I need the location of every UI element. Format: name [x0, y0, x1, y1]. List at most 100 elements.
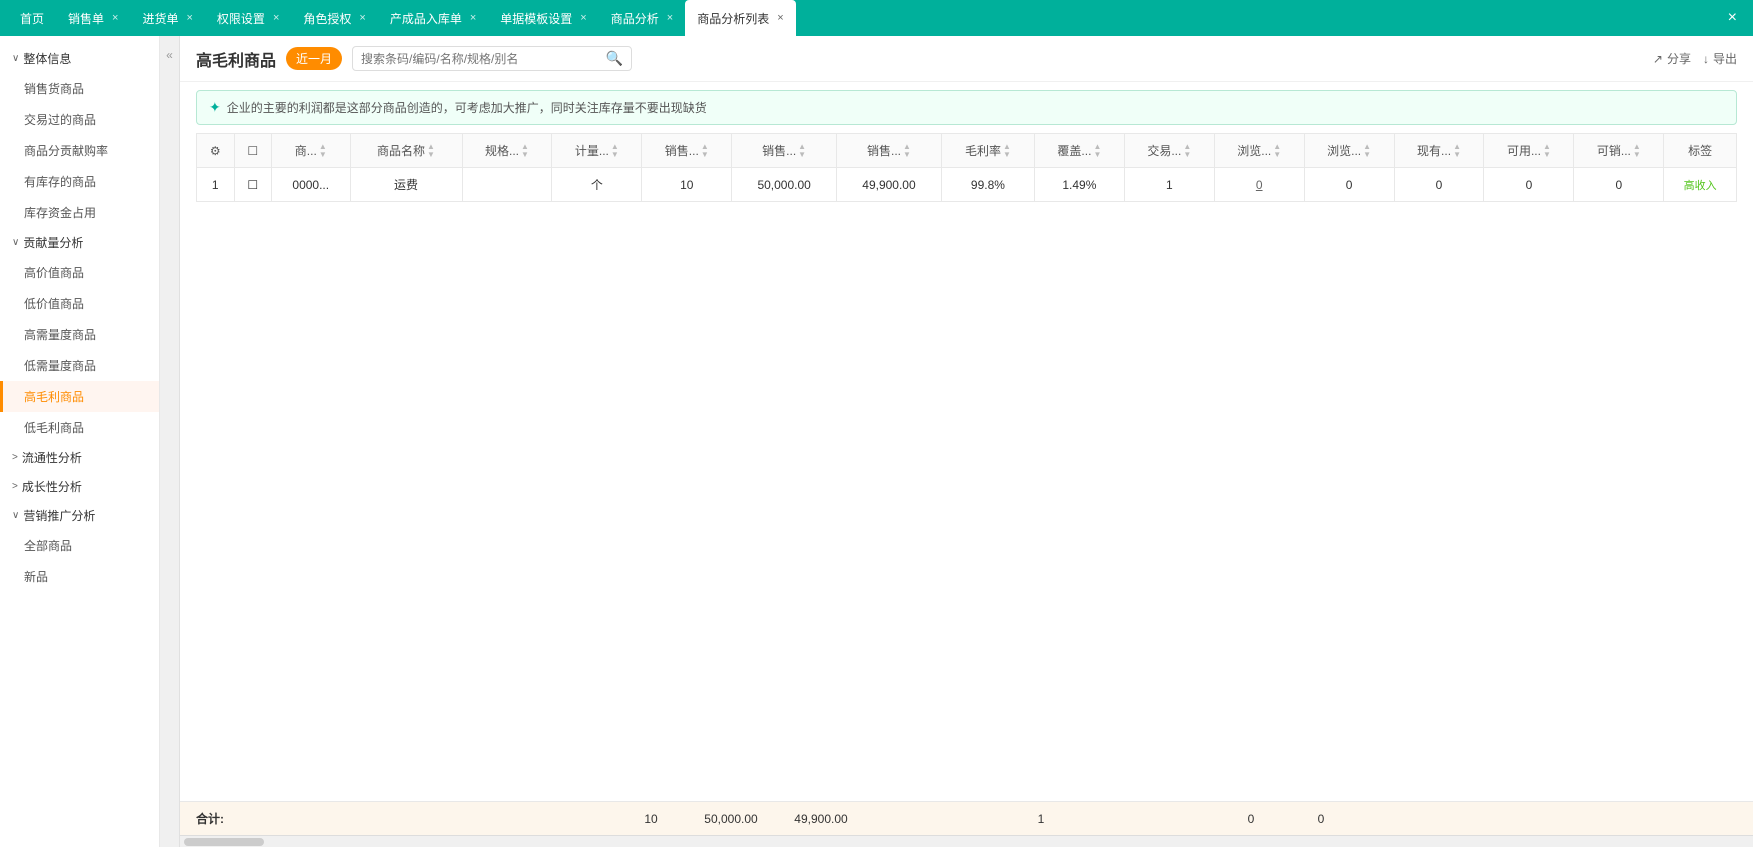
nav-close-7[interactable]: × [667, 12, 673, 24]
sidebar-item-1-4[interactable]: 高毛利商品 [0, 381, 159, 412]
cell-sales_amount-0: 50,000.00 [732, 168, 837, 202]
col-header-browse1[interactable]: 浏览...▲▼ [1214, 134, 1304, 168]
nav-item-5[interactable]: 产成品入库单 × [378, 0, 488, 36]
share-icon: ↗ [1653, 52, 1663, 66]
sort-icon-sales_amount[interactable]: ▲▼ [798, 143, 806, 159]
nav-close-2[interactable]: × [186, 12, 192, 24]
nav-label-6: 单据模板设置 [500, 10, 572, 27]
cell-browse1-0[interactable]: 0 [1214, 168, 1304, 202]
sidebar-item-1-1[interactable]: 低价值商品 [0, 288, 159, 319]
sort-icon-gross_margin[interactable]: ▲▼ [1003, 143, 1011, 159]
nav-close-4[interactable]: × [359, 12, 365, 24]
sidebar-group-2[interactable]: >流通性分析 [0, 443, 159, 472]
sidebar: ∨整体信息销售货商品交易过的商品商品分贡献购率有库存的商品库存资金占用∨贡献量分… [0, 36, 160, 847]
export-icon: ↓ [1703, 52, 1709, 66]
col-header-saleable[interactable]: 可销...▲▼ [1574, 134, 1664, 168]
footer-cell-6: 10 [616, 812, 686, 826]
sidebar-item-4-0[interactable]: 全部商品 [0, 530, 159, 561]
nav-item-0[interactable]: 首页 [8, 0, 56, 36]
sort-icon-unit[interactable]: ▲▼ [611, 143, 619, 159]
sort-icon-saleable[interactable]: ▲▼ [1633, 143, 1641, 159]
sort-icon-sales_cost[interactable]: ▲▼ [903, 143, 911, 159]
cell-tag-0: 高收入 [1664, 168, 1737, 202]
nav-close-8[interactable]: × [777, 12, 783, 24]
sort-icon-browse2[interactable]: ▲▼ [1363, 143, 1371, 159]
col-header-sales_qty[interactable]: 销售...▲▼ [642, 134, 732, 168]
nav-item-2[interactable]: 进货单 × [130, 0, 204, 36]
sidebar-collapse-button[interactable]: « [160, 36, 180, 847]
cell-checkbox-0[interactable]: ☐ [234, 168, 272, 202]
sort-icon-spec[interactable]: ▲▼ [521, 143, 529, 159]
sidebar-group-1[interactable]: ∨贡献量分析 [0, 228, 159, 257]
nav-close-3[interactable]: × [273, 12, 279, 24]
nav-close-6[interactable]: × [580, 12, 586, 24]
footer-cell-15: 0 [1286, 812, 1356, 826]
search-input[interactable] [361, 52, 600, 66]
nav-item-3[interactable]: 权限设置 × [205, 0, 291, 36]
col-header-browse2[interactable]: 浏览...▲▼ [1304, 134, 1394, 168]
tag-badge: 高收入 [1684, 180, 1717, 192]
col-header-current_stock[interactable]: 现有...▲▼ [1394, 134, 1484, 168]
main-area: ∨整体信息销售货商品交易过的商品商品分贡献购率有库存的商品库存资金占用∨贡献量分… [0, 36, 1753, 847]
nav-label-3: 权限设置 [217, 10, 265, 27]
sidebar-item-0-0[interactable]: 销售货商品 [0, 73, 159, 104]
sort-icon-coverage[interactable]: ▲▼ [1093, 143, 1101, 159]
scrollbar-bottom[interactable] [180, 835, 1753, 847]
col-label-browse1: 浏览... [1237, 142, 1271, 159]
col-header-coverage[interactable]: 覆盖...▲▼ [1034, 134, 1124, 168]
nav-item-4[interactable]: 角色授权 × [291, 0, 377, 36]
cell-browse2-0: 0 [1304, 168, 1394, 202]
sidebar-item-1-3[interactable]: 低需量度商品 [0, 350, 159, 381]
filter-button[interactable]: 近一月 [286, 47, 342, 70]
share-button[interactable]: ↗ 分享 [1653, 50, 1691, 67]
nav-item-1[interactable]: 销售单 × [56, 0, 130, 36]
sort-icon-sales_qty[interactable]: ▲▼ [701, 143, 709, 159]
col-header-gross_margin[interactable]: 毛利率▲▼ [941, 134, 1034, 168]
nav-close-1[interactable]: × [112, 12, 118, 24]
sidebar-item-0-1[interactable]: 交易过的商品 [0, 104, 159, 135]
sort-icon-current_stock[interactable]: ▲▼ [1453, 143, 1461, 159]
sidebar-item-0-4[interactable]: 库存资金占用 [0, 197, 159, 228]
search-icon[interactable]: 🔍 [606, 50, 623, 67]
sidebar-item-1-0[interactable]: 高价值商品 [0, 257, 159, 288]
export-button[interactable]: ↓ 导出 [1703, 50, 1737, 67]
table-container[interactable]: ⚙☐商...▲▼商品名称▲▼规格...▲▼计量...▲▼销售...▲▼销售...… [180, 133, 1753, 801]
browse1-link[interactable]: 0 [1256, 178, 1263, 192]
sidebar-item-1-5[interactable]: 低毛利商品 [0, 412, 159, 443]
nav-label-5: 产成品入库单 [390, 10, 462, 27]
nav-item-7[interactable]: 商品分析 × [599, 0, 685, 36]
nav-label-4: 角色授权 [303, 10, 351, 27]
col-header-available[interactable]: 可用...▲▼ [1484, 134, 1574, 168]
sidebar-group-0[interactable]: ∨整体信息 [0, 44, 159, 73]
col-header-spec[interactable]: 规格...▲▼ [462, 134, 552, 168]
col-header-sales_cost[interactable]: 销售...▲▼ [837, 134, 942, 168]
sort-icon-available[interactable]: ▲▼ [1543, 143, 1551, 159]
sidebar-item-1-2[interactable]: 高需量度商品 [0, 319, 159, 350]
nav-label-1: 销售单 [68, 10, 104, 27]
col-header-unit[interactable]: 计量...▲▼ [552, 134, 642, 168]
data-table: ⚙☐商...▲▼商品名称▲▼规格...▲▼计量...▲▼销售...▲▼销售...… [196, 133, 1737, 202]
sort-icon-name[interactable]: ▲▼ [427, 143, 435, 159]
col-header-sales_amount[interactable]: 销售...▲▼ [732, 134, 837, 168]
cell-trade-0: 1 [1124, 168, 1214, 202]
sidebar-item-0-3[interactable]: 有库存的商品 [0, 166, 159, 197]
nav-item-8[interactable]: 商品分析列表 × [685, 0, 795, 36]
sort-icon-code[interactable]: ▲▼ [319, 143, 327, 159]
sidebar-group-4[interactable]: ∨营销推广分析 [0, 501, 159, 530]
sidebar-group-arrow-1: ∨ [12, 237, 19, 248]
sidebar-item-4-1[interactable]: 新品 [0, 561, 159, 592]
nav-close-5[interactable]: × [470, 12, 476, 24]
sort-icon-browse1[interactable]: ▲▼ [1273, 143, 1281, 159]
col-label-sales_qty: 销售... [665, 142, 699, 159]
close-all-tabs[interactable]: × [1720, 9, 1745, 27]
sidebar-item-0-2[interactable]: 商品分贡献购率 [0, 135, 159, 166]
col-header-trade[interactable]: 交易...▲▼ [1124, 134, 1214, 168]
footer-bar: 合计: 1050,000.0049,900.00100 [180, 801, 1753, 835]
col-header-code[interactable]: 商...▲▼ [272, 134, 350, 168]
sort-icon-trade[interactable]: ▲▼ [1183, 143, 1191, 159]
col-header-name[interactable]: 商品名称▲▼ [350, 134, 462, 168]
nav-item-6[interactable]: 单据模板设置 × [488, 0, 598, 36]
scroll-thumb[interactable] [184, 838, 264, 846]
sidebar-group-label-4: 营销推广分析 [23, 507, 95, 524]
sidebar-group-3[interactable]: >成长性分析 [0, 472, 159, 501]
